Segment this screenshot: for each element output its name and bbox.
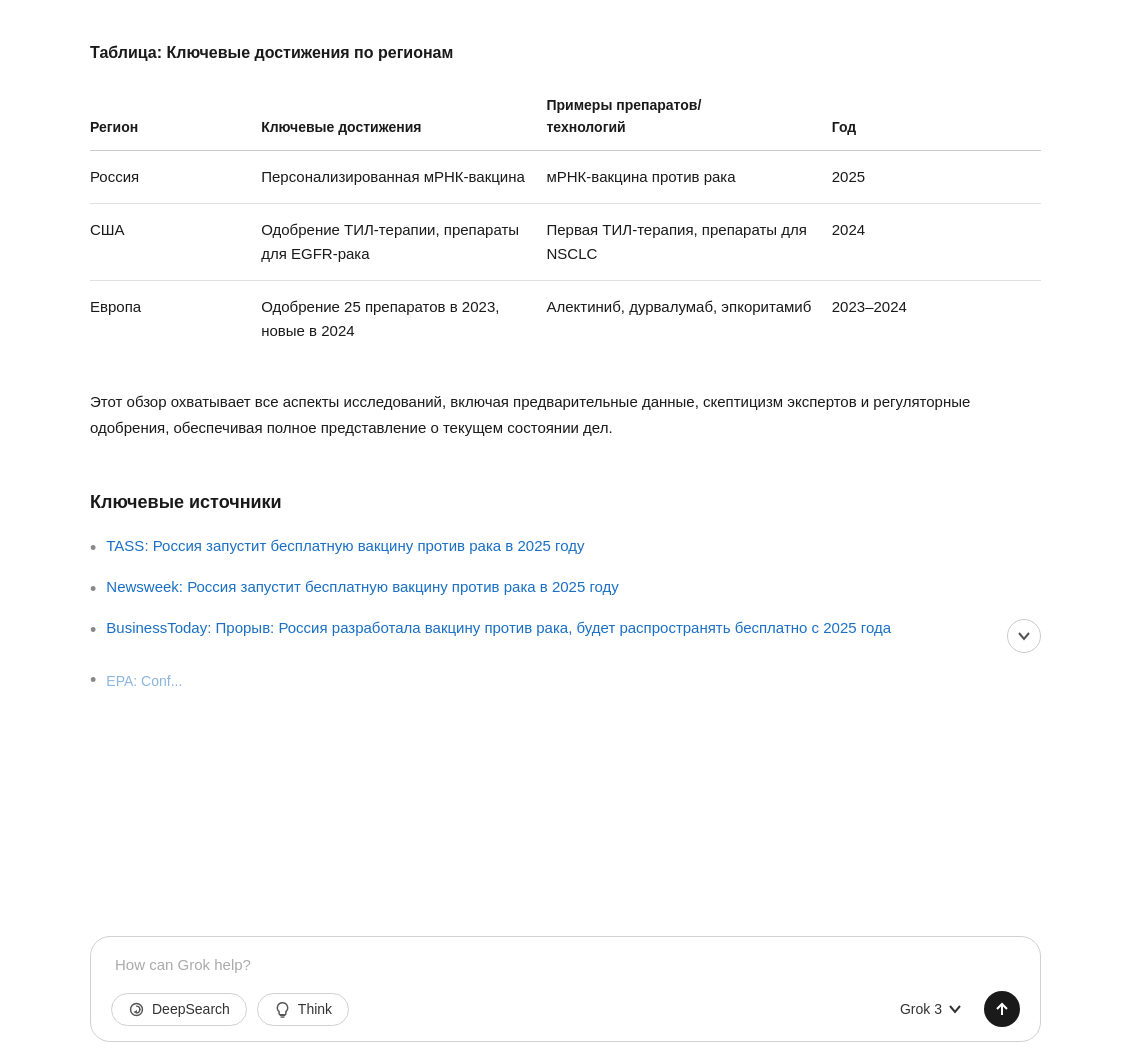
cell-year: 2025: [832, 151, 1041, 204]
svg-point-0: [131, 1003, 143, 1015]
table-row: Россия Персонализированная мРНК-вакцина …: [90, 151, 1041, 204]
model-label: Grok 3: [900, 998, 942, 1020]
list-item: • EPA: Conf...: [90, 667, 1041, 694]
cell-examples: Первая ТИЛ-терапия, препараты для NSCLC: [546, 204, 831, 281]
send-icon: [994, 1001, 1010, 1017]
table-row: США Одобрение ТИЛ-терапии, препараты для…: [90, 204, 1041, 281]
bullet-icon: •: [90, 617, 96, 644]
achievements-table: Регион Ключевые достижения Примеры препа…: [90, 86, 1041, 358]
source-link[interactable]: EPA: Conf...: [106, 671, 182, 692]
cell-year: 2023–2024: [832, 281, 1041, 358]
main-content: Таблица: Ключевые достижения по регионам…: [0, 0, 1131, 924]
cell-achievements: Персонализированная мРНК-вакцина: [261, 151, 546, 204]
think-icon: [274, 1001, 291, 1018]
bullet-icon: •: [90, 576, 96, 603]
summary-text: Этот обзор охватывает все аспекты исслед…: [90, 389, 1041, 440]
deepsearch-icon: [128, 1001, 145, 1018]
list-item: • BusinessToday: Прорыв: Россия разработ…: [90, 617, 1041, 653]
cell-achievements: Одобрение ТИЛ-терапии, препараты для EGF…: [261, 204, 546, 281]
deepsearch-label: DeepSearch: [152, 1001, 230, 1017]
col-header-examples: Примеры препаратов/технологий: [546, 86, 831, 151]
col-header-year: Год: [832, 86, 1041, 151]
list-item: • Newsweek: Россия запустит бесплатную в…: [90, 576, 1041, 603]
cell-achievements: Одобрение 25 препаратов в 2023, новые в …: [261, 281, 546, 358]
table-section: Таблица: Ключевые достижения по регионам…: [90, 40, 1041, 357]
bullet-icon: •: [90, 667, 96, 694]
source-link[interactable]: BusinessToday: Прорыв: Россия разработал…: [106, 617, 891, 640]
expand-button[interactable]: [1007, 619, 1041, 653]
col-header-region: Регион: [90, 86, 261, 151]
cell-region: Европа: [90, 281, 261, 358]
input-placeholder[interactable]: How can Grok help?: [111, 953, 1020, 977]
sources-list: • TASS: Россия запустит бесплатную вакци…: [90, 535, 1041, 694]
bottom-bar: How can Grok help? DeepSearch: [0, 924, 1131, 1062]
think-button[interactable]: Think: [257, 993, 349, 1026]
table-row: Европа Одобрение 25 препаратов в 2023, н…: [90, 281, 1041, 358]
source-item-with-expand: BusinessToday: Прорыв: Россия разработал…: [106, 617, 1041, 653]
send-button[interactable]: [984, 991, 1020, 1027]
cell-region: США: [90, 204, 261, 281]
action-buttons: DeepSearch Think: [111, 993, 349, 1026]
chevron-down-icon: [1017, 629, 1031, 643]
think-label: Think: [298, 1001, 332, 1017]
cell-year: 2024: [832, 204, 1041, 281]
cell-examples: мРНК-вакцина против рака: [546, 151, 831, 204]
cell-examples: Алектиниб, дурвалумаб, эпкоритамиб: [546, 281, 831, 358]
source-link[interactable]: Newsweek: Россия запустит бесплатную вак…: [106, 576, 619, 599]
deepsearch-button[interactable]: DeepSearch: [111, 993, 247, 1026]
table-title: Таблица: Ключевые достижения по регионам: [90, 40, 1041, 66]
model-selector[interactable]: Grok 3: [890, 992, 972, 1026]
list-item: • TASS: Россия запустит бесплатную вакци…: [90, 535, 1041, 562]
right-actions: Grok 3: [890, 991, 1020, 1027]
sources-section: Ключевые источники • TASS: Россия запуст…: [90, 488, 1041, 694]
input-actions: DeepSearch Think Grok 3: [111, 991, 1020, 1027]
sources-title: Ключевые источники: [90, 488, 1041, 517]
source-link[interactable]: TASS: Россия запустит бесплатную вакцину…: [106, 535, 584, 558]
cell-region: Россия: [90, 151, 261, 204]
bullet-icon: •: [90, 535, 96, 562]
input-container: How can Grok help? DeepSearch: [90, 936, 1041, 1042]
chevron-down-icon: [948, 1002, 962, 1016]
col-header-achievements: Ключевые достижения: [261, 86, 546, 151]
